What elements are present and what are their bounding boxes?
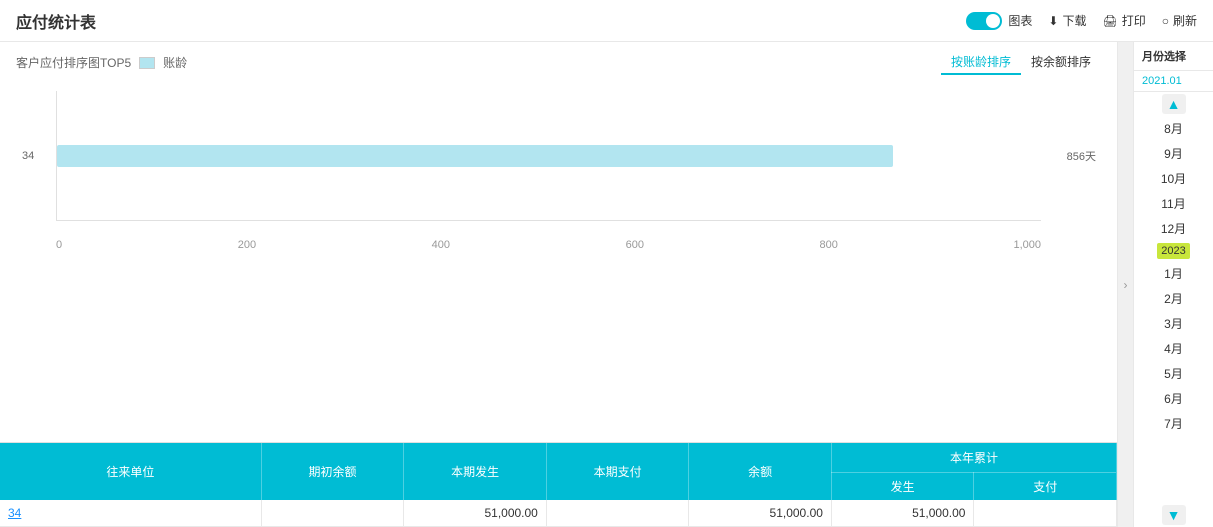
month-item[interactable]: 10月 — [1149, 166, 1197, 191]
bar-y-label: 34 — [22, 150, 34, 162]
month-item[interactable]: 6月 — [1149, 386, 1197, 411]
col-ytd: 本年累计 — [831, 443, 1116, 473]
cell-incoming[interactable]: 34 — [0, 500, 261, 527]
x-tick-200: 200 — [238, 239, 256, 251]
chart-area: 34 856天 0 200 400 600 800 1,000 — [0, 83, 1117, 442]
table-header-top: 往来单位 期初余额 本期发生 本期支付 余额 本年累计 — [0, 443, 1117, 473]
chart-inner: 34 856天 0 200 400 600 800 1,000 — [16, 91, 1101, 251]
table-body: 34 51,000.00 51,000.00 51,000.00 — [0, 500, 1117, 527]
sort-by-amount-btn[interactable]: 按余额排序 — [1021, 50, 1101, 75]
refresh-icon: ○ — [1162, 14, 1169, 28]
table-row: 34 51,000.00 51,000.00 51,000.00 — [0, 500, 1117, 527]
col-ytd-occur: 发生 — [831, 473, 974, 501]
chart-section: 客户应付排序图TOP5 账龄 按账龄排序 按余额排序 34 — [0, 42, 1117, 527]
collapse-arrow[interactable]: › — [1117, 42, 1133, 527]
sidebar: 月份选择 2021.01 ▲ 8月9月10月11月12月 2023 1月2月3月4月… — [1133, 42, 1213, 527]
x-tick-800: 800 — [820, 239, 838, 251]
print-label: 打印 — [1122, 12, 1146, 29]
month-list: 8月9月10月11月12月 2023 1月2月3月4月5月6月7月 — [1149, 116, 1197, 503]
nav-down-button[interactable]: ▼ — [1162, 505, 1186, 525]
cell-balance: 51,000.00 — [689, 500, 832, 527]
cell-ytd-pay — [974, 500, 1117, 527]
month-item[interactable]: 12月 — [1149, 216, 1197, 241]
cell-opening — [261, 500, 404, 527]
year-badge[interactable]: 2023 — [1157, 243, 1189, 259]
sidebar-current: 2021.01 — [1134, 71, 1213, 92]
cell-current-pay — [546, 500, 689, 527]
x-axis: 0 200 400 600 800 1,000 — [56, 239, 1041, 251]
chart-sort: 按账龄排序 按余额排序 — [941, 50, 1101, 75]
chart-toggle-label: 图表 — [1008, 12, 1032, 29]
x-tick-0: 0 — [56, 239, 62, 251]
month-item[interactable]: 4月 — [1149, 336, 1197, 361]
download-icon: ⬇ — [1048, 14, 1058, 28]
print-icon: 🖨 — [1102, 14, 1117, 28]
cell-ytd-occur: 51,000.00 — [831, 500, 974, 527]
month-item[interactable]: 8月 — [1149, 116, 1197, 141]
cell-current-occur: 51,000.00 — [404, 500, 547, 527]
month-item[interactable]: 5月 — [1149, 361, 1197, 386]
month-item[interactable]: 1月 — [1149, 261, 1197, 286]
month-item[interactable]: 11月 — [1149, 191, 1197, 216]
refresh-label: 刷新 — [1173, 12, 1197, 29]
chart-header: 客户应付排序图TOP5 账龄 按账龄排序 按余额排序 — [0, 42, 1117, 83]
table-wrap: 往来单位 期初余额 本期发生 本期支付 余额 本年累计 发生 支付 — [0, 443, 1117, 527]
chart-toggle-wrap: 图表 — [966, 12, 1032, 30]
month-item[interactable]: 7月 — [1149, 411, 1197, 436]
col-incoming: 往来单位 — [0, 443, 261, 500]
page-title: 应付统计表 — [16, 9, 96, 33]
download-label: 下载 — [1062, 12, 1086, 29]
x-tick-600: 600 — [626, 239, 644, 251]
col-ytd-pay: 支付 — [974, 473, 1117, 501]
col-current-occur: 本期发生 — [404, 443, 547, 500]
sidebar-header: 月份选择 — [1134, 42, 1213, 71]
refresh-button[interactable]: ○ 刷新 — [1162, 12, 1197, 29]
download-button[interactable]: ⬇ 下载 — [1048, 12, 1086, 29]
sort-by-balance-btn[interactable]: 按账龄排序 — [941, 50, 1021, 75]
col-current-pay: 本期支付 — [546, 443, 689, 500]
app-container: 应付统计表 图表 ⬇ 下载 🖨 打印 ○ 刷新 — [0, 0, 1213, 527]
legend-box-label: 账龄 — [163, 54, 187, 71]
chart-legend: 客户应付排序图TOP5 账龄 — [16, 54, 187, 71]
header: 应付统计表 图表 ⬇ 下载 🖨 打印 ○ 刷新 — [0, 0, 1213, 42]
legend-box — [139, 57, 155, 69]
chart-plot: 34 856天 — [56, 91, 1041, 221]
month-item[interactable]: 3月 — [1149, 311, 1197, 336]
print-button[interactable]: 🖨 打印 — [1102, 12, 1145, 29]
data-table: 往来单位 期初余额 本期发生 本期支付 余额 本年累计 发生 支付 — [0, 443, 1117, 527]
nav-up-button[interactable]: ▲ — [1162, 94, 1186, 114]
main-content: 客户应付排序图TOP5 账龄 按账龄排序 按余额排序 34 — [0, 42, 1213, 527]
header-actions: 图表 ⬇ 下载 🖨 打印 ○ 刷新 — [966, 12, 1197, 30]
col-balance: 余额 — [689, 443, 832, 500]
col-opening: 期初余额 — [261, 443, 404, 500]
sidebar-nav: ▲ 8月9月10月11月12月 2023 1月2月3月4月5月6月7月 ▼ — [1134, 92, 1213, 527]
bar-end-label: 856天 — [1067, 148, 1096, 164]
x-tick-1000: 1,000 — [1013, 239, 1041, 251]
x-tick-400: 400 — [432, 239, 450, 251]
chart-toggle[interactable] — [966, 12, 1002, 30]
bar-fill — [57, 145, 893, 167]
arrow-right-icon: › — [1124, 278, 1128, 292]
month-item[interactable]: 2月 — [1149, 286, 1197, 311]
legend-text: 客户应付排序图TOP5 — [16, 54, 131, 71]
month-item[interactable]: 9月 — [1149, 141, 1197, 166]
table-section: 往来单位 期初余额 本期发生 本期支付 余额 本年累计 发生 支付 — [0, 442, 1117, 527]
bar-row: 34 856天 — [57, 142, 1041, 170]
